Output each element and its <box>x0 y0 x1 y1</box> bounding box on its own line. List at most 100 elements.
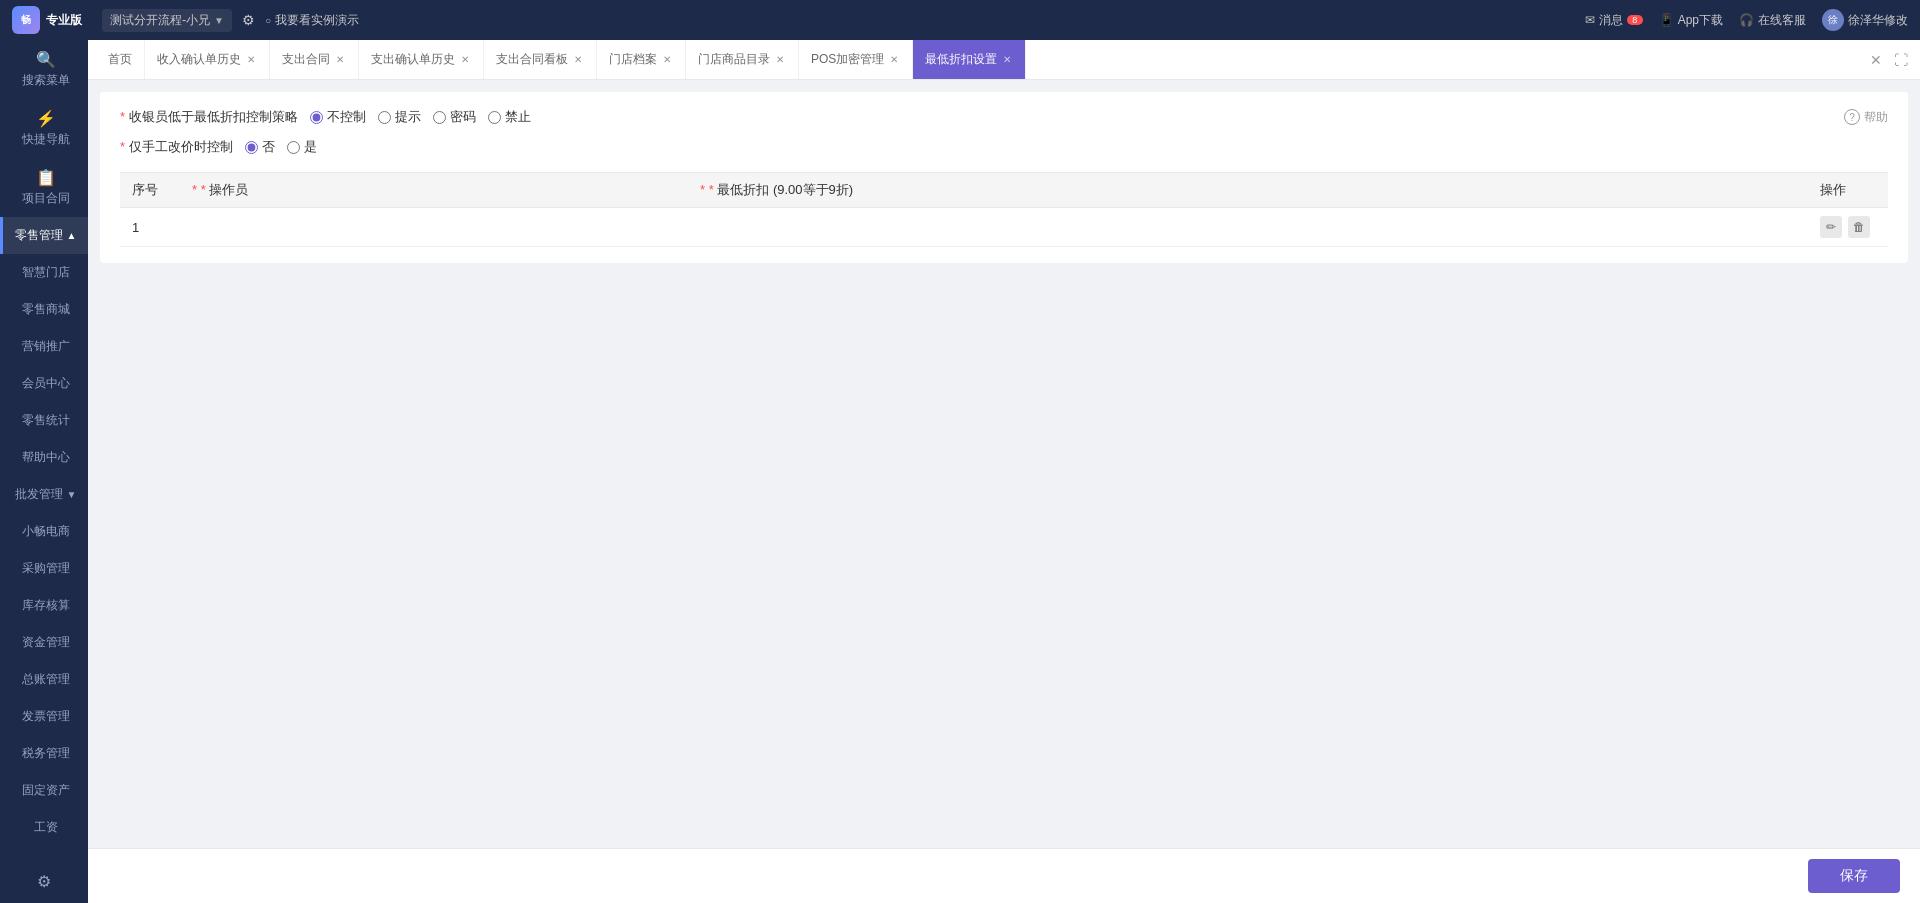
tab-payment-contract[interactable]: 支出合同 ✕ <box>270 40 359 80</box>
sidebar-item-wholesale[interactable]: 批发管理 ▼ <box>0 476 88 513</box>
sidebar-item-ecommerce[interactable]: 小畅电商 <box>0 513 88 550</box>
tab-pos-password[interactable]: POS加密管理 ✕ <box>799 40 913 80</box>
sidebar-item-tax[interactable]: 税务管理 <box>0 735 88 772</box>
col-header-action: 操作 <box>1808 173 1888 208</box>
field1-radio-password[interactable] <box>433 111 446 124</box>
sidebar-item-ledger[interactable]: 总账管理 <box>0 661 88 698</box>
sidebar-item-search[interactable]: 🔍 搜索菜单 <box>0 40 88 99</box>
tab-close-all-button[interactable]: ✕ <box>1866 48 1886 72</box>
sidebar-label-retail: 零售管理 <box>15 227 63 244</box>
sidebar-label-smart-store: 智慧门店 <box>22 264 70 281</box>
tab-store-file[interactable]: 门店档案 ✕ <box>597 40 686 80</box>
online-service-label: 在线客服 <box>1758 12 1806 29</box>
settings-card: 收银员低于最低折扣控制策略 不控制 提示 密码 <box>100 92 1908 263</box>
table-row: 1 ✏ 🗑 <box>120 208 1888 247</box>
tab-pos-password-label: POS加密管理 <box>811 51 884 68</box>
sidebar-item-invoice[interactable]: 发票管理 <box>0 698 88 735</box>
sidebar-label-member: 会员中心 <box>22 375 70 392</box>
tab-payment-confirm-history[interactable]: 支出确认单历史 ✕ <box>359 40 484 80</box>
sidebar-label-ledger: 总账管理 <box>22 671 70 688</box>
tab-store-file-close[interactable]: ✕ <box>661 53 673 66</box>
tab-pos-password-close[interactable]: ✕ <box>888 53 900 66</box>
sidebar-item-assets[interactable]: 固定资产 <box>0 772 88 809</box>
tab-fullscreen-button[interactable]: ⛶ <box>1890 48 1912 72</box>
field1-option-forbid[interactable]: 禁止 <box>488 108 531 126</box>
phone-icon: 📱 <box>1659 13 1674 27</box>
field2-option-no[interactable]: 否 <box>245 138 275 156</box>
sidebar-item-salary[interactable]: 工资 <box>0 809 88 846</box>
field2-radio-yes[interactable] <box>287 141 300 154</box>
tab-payment-contract-label: 支出合同 <box>282 51 330 68</box>
tab-payment-contract-view[interactable]: 支出合同看板 ✕ <box>484 40 597 80</box>
tab-payment-confirm-history-label: 支出确认单历史 <box>371 51 455 68</box>
field1-radio-remind[interactable] <box>378 111 391 124</box>
online-service-action[interactable]: 🎧 在线客服 <box>1739 12 1806 29</box>
project-selector[interactable]: 测试分开流程-小兄 ▼ <box>102 9 232 32</box>
sidebar-item-help[interactable]: 帮助中心 <box>0 439 88 476</box>
headset-icon: 🎧 <box>1739 13 1754 27</box>
message-badge: 8 <box>1627 15 1643 25</box>
sidebar-label-search: 搜索菜单 <box>22 72 70 89</box>
project-selector-arrow: ▼ <box>214 15 224 26</box>
sidebar-gear-button[interactable]: ⚙ <box>0 860 88 903</box>
field1-radio-forbid[interactable] <box>488 111 501 124</box>
tab-min-discount[interactable]: 最低折扣设置 ✕ <box>913 40 1026 80</box>
field1-option-no-control[interactable]: 不控制 <box>310 108 366 126</box>
settings-button[interactable]: ⚙ <box>242 12 255 28</box>
demo-link[interactable]: 我要看实例演示 <box>265 12 359 29</box>
sidebar-item-retail[interactable]: 零售管理 ▲ <box>0 217 88 254</box>
help-button[interactable]: 帮助 <box>1844 109 1888 126</box>
save-button[interactable]: 保存 <box>1808 859 1900 893</box>
user-avatar-area[interactable]: 徐 徐泽华修改 <box>1822 9 1908 31</box>
sidebar-item-shortcut[interactable]: ⚡ 快捷导航 <box>0 99 88 158</box>
sidebar-item-project[interactable]: 📋 项目合同 <box>0 158 88 217</box>
tab-min-discount-label: 最低折扣设置 <box>925 51 997 68</box>
sidebar-item-smart-store[interactable]: 智慧门店 <box>0 254 88 291</box>
sidebar-label-marketing: 营销推广 <box>22 338 70 355</box>
sidebar-label-online-store: 零售商城 <box>22 301 70 318</box>
table-header-row: 序号 * 操作员 * 最低折扣 (9.00等于9折) 操作 <box>120 173 1888 208</box>
field2-radio-no[interactable] <box>245 141 258 154</box>
sidebar-item-retail-stats[interactable]: 零售统计 <box>0 402 88 439</box>
field2-option-yes[interactable]: 是 <box>287 138 317 156</box>
sidebar-item-inventory[interactable]: 库存核算 <box>0 587 88 624</box>
tab-store-product-label: 门店商品目录 <box>698 51 770 68</box>
page-footer: 保存 <box>88 848 1920 903</box>
logo-icon: 畅 <box>12 6 40 34</box>
tab-store-product-close[interactable]: ✕ <box>774 53 786 66</box>
sidebar-item-online-store[interactable]: 零售商城 <box>0 291 88 328</box>
wholesale-arrow-icon: ▼ <box>67 489 77 500</box>
message-label: 消息 <box>1599 12 1623 29</box>
tab-min-discount-close[interactable]: ✕ <box>1001 53 1013 66</box>
delete-button[interactable]: 🗑 <box>1848 216 1870 238</box>
tab-income-history-close[interactable]: ✕ <box>245 53 257 66</box>
tab-home[interactable]: 首页 <box>96 40 145 80</box>
sidebar-item-marketing[interactable]: 营销推广 <box>0 328 88 365</box>
tab-income-history[interactable]: 收入确认单历史 ✕ <box>145 40 270 80</box>
cell-discount <box>688 208 1808 247</box>
field1-label: 收银员低于最低折扣控制策略 <box>120 108 298 126</box>
field2-radio-group: 否 是 <box>245 138 317 156</box>
sidebar-item-purchase[interactable]: 采购管理 <box>0 550 88 587</box>
tab-payment-confirm-history-close[interactable]: ✕ <box>459 53 471 66</box>
sidebar-item-member[interactable]: 会员中心 <box>0 365 88 402</box>
logo: 畅 专业版 <box>12 6 92 34</box>
tab-store-product[interactable]: 门店商品目录 ✕ <box>686 40 799 80</box>
sidebar-item-finance[interactable]: 资金管理 <box>0 624 88 661</box>
tab-income-history-label: 收入确认单历史 <box>157 51 241 68</box>
field1-option-password[interactable]: 密码 <box>433 108 476 126</box>
field1-option-remind[interactable]: 提示 <box>378 108 421 126</box>
tab-payment-contract-view-close[interactable]: ✕ <box>572 53 584 66</box>
field1-radio-no-control[interactable] <box>310 111 323 124</box>
retail-arrow-icon: ▲ <box>67 230 77 241</box>
sidebar-label-help: 帮助中心 <box>22 449 70 466</box>
app-download-action[interactable]: 📱 App下载 <box>1659 12 1723 29</box>
sidebar-label-invoice: 发票管理 <box>22 708 70 725</box>
form-row-1: 收银员低于最低折扣控制策略 不控制 提示 密码 <box>120 108 1888 126</box>
edit-button[interactable]: ✏ <box>1820 216 1842 238</box>
col-header-seq: 序号 <box>120 173 180 208</box>
tab-payment-contract-close[interactable]: ✕ <box>334 53 346 66</box>
tab-home-label: 首页 <box>108 51 132 68</box>
sidebar-label-ecommerce: 小畅电商 <box>22 523 70 540</box>
message-action[interactable]: ✉ 消息 8 <box>1585 12 1643 29</box>
